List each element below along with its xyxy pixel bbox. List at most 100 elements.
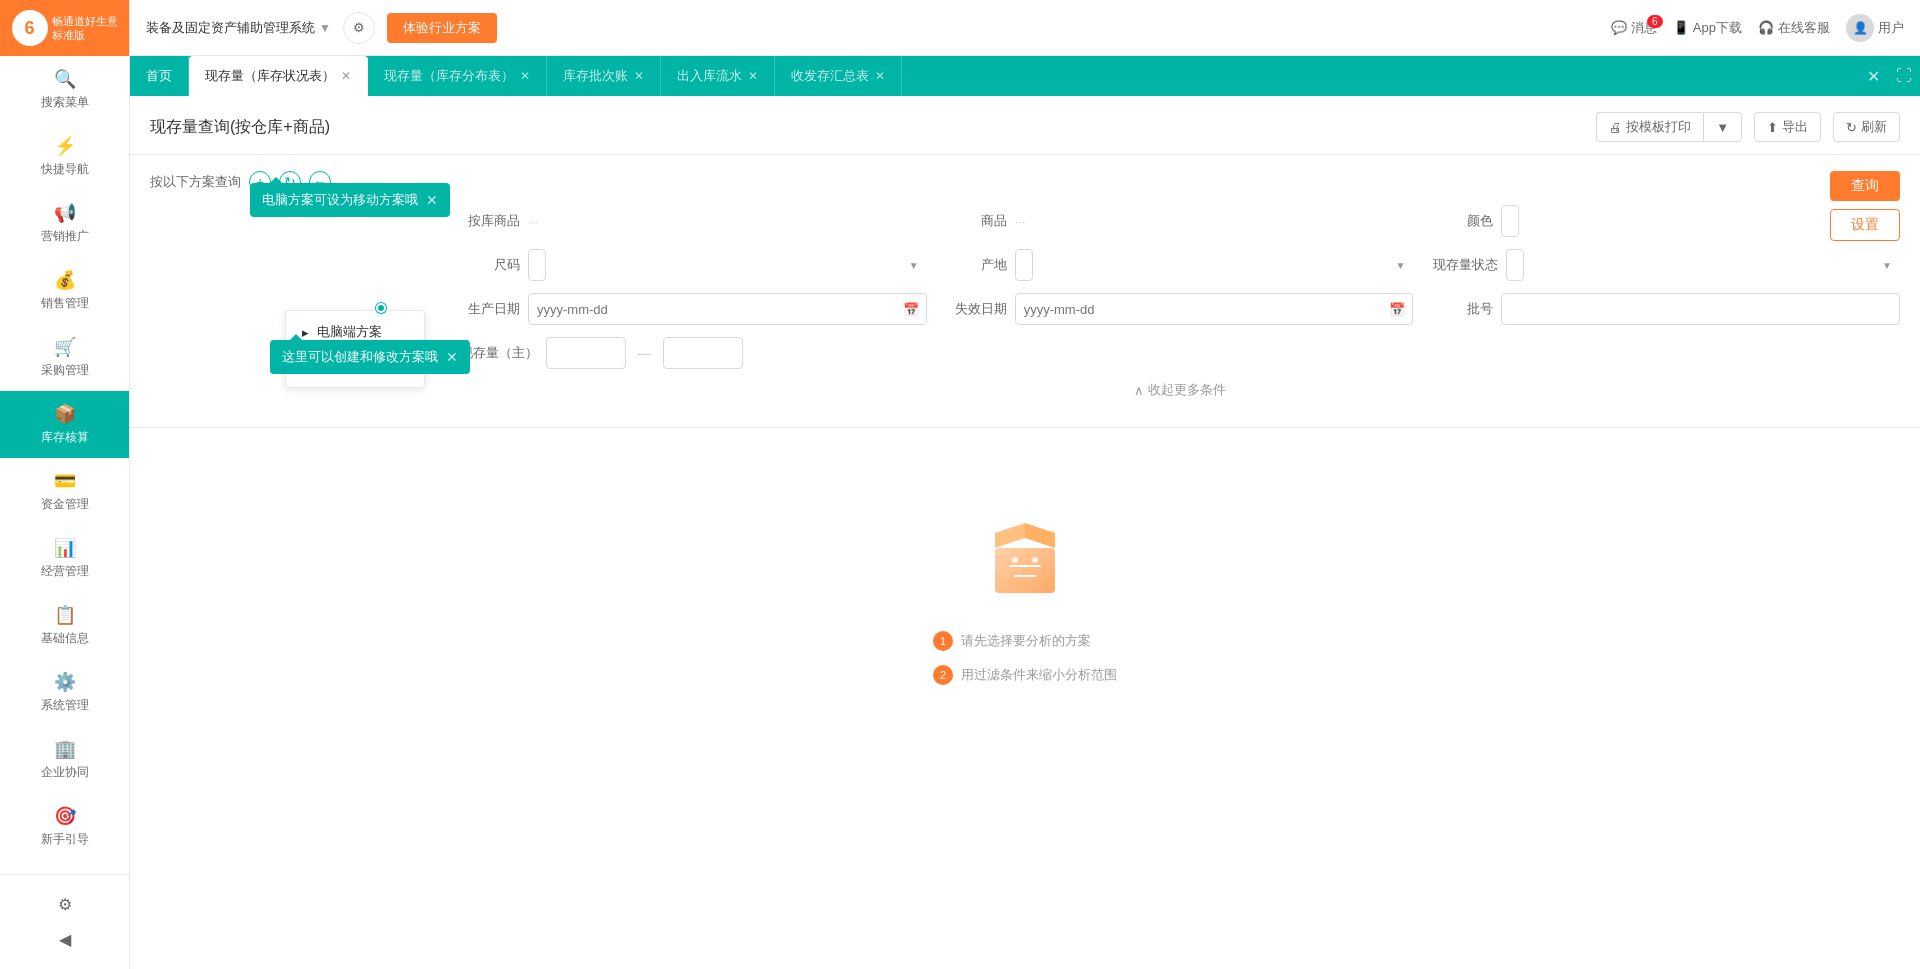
- export-btn[interactable]: ⬆ 导出: [1754, 112, 1821, 142]
- stock-main-label: 现存量（主）: [460, 344, 538, 362]
- user-menu[interactable]: 👤 用户: [1846, 14, 1904, 42]
- logo-text: 畅通道好生意 标准版: [52, 14, 118, 43]
- tab-close-icon[interactable]: ✕: [875, 69, 885, 83]
- sidebar-item-guide[interactable]: 🎯 新手引导: [0, 793, 129, 860]
- sidebar-item-system[interactable]: ⚙️ 系统管理: [0, 659, 129, 726]
- top-bar-left: 装备及固定资产辅助管理系统 ▼ ⚙ 体验行业方案: [146, 12, 497, 44]
- online-service-btn[interactable]: 🎧 在线客服: [1758, 19, 1830, 37]
- sidebar-item-search[interactable]: 🔍 搜索菜单: [0, 56, 129, 123]
- stock-status-select-wrap: [1506, 249, 1900, 281]
- sidebar-item-marketing[interactable]: 📢 营销推广: [0, 190, 129, 257]
- filter-row-origin: 产地: [947, 249, 1414, 281]
- batch-input[interactable]: [1501, 293, 1900, 325]
- tab-close-icon[interactable]: ✕: [748, 69, 758, 83]
- tab-batch-account[interactable]: 库存批次账 ✕: [547, 56, 661, 96]
- scheme-tooltip: 电脑方案可设为移动方案哦 ✕: [250, 183, 450, 217]
- sidebar-item-quick-nav[interactable]: ⚡ 快捷导航: [0, 123, 129, 190]
- sidebar-settings-btn[interactable]: ⚙: [0, 887, 129, 922]
- sidebar-item-enterprise[interactable]: 🏢 企业协同: [0, 726, 129, 793]
- app-download-btn[interactable]: 📱 App下载: [1673, 19, 1742, 37]
- prod-date-input[interactable]: [528, 293, 927, 325]
- industry-btn[interactable]: 体验行业方案: [387, 13, 497, 43]
- step1-num: 1: [933, 631, 953, 651]
- system-name-text: 装备及固定资产辅助管理系统: [146, 19, 315, 37]
- search-icon: 🔍: [54, 68, 76, 90]
- tab-close-icon[interactable]: ✕: [520, 69, 530, 83]
- settings-button[interactable]: ⚙: [343, 12, 375, 44]
- calendar-icon[interactable]: 📅: [903, 302, 919, 317]
- empty-step2: 2 用过滤条件来缩小分析范围: [933, 662, 1117, 688]
- empty-text: 1 请先选择要分析的方案 2 用过滤条件来缩小分析范围: [933, 628, 1117, 688]
- sidebar-item-sales[interactable]: 💰 销售管理: [0, 257, 129, 324]
- sidebar-item-finance[interactable]: 💳 资金管理: [0, 458, 129, 525]
- expiry-date-input[interactable]: [1015, 293, 1414, 325]
- printer-icon: 🖨: [1609, 120, 1622, 135]
- tab-inout-flow[interactable]: 出入库流水 ✕: [661, 56, 775, 96]
- gear-icon: ⚙️: [54, 671, 76, 693]
- search-actions: 查询 设置: [1830, 171, 1900, 241]
- sidebar: 6 畅通道好生意 标准版 🔍 搜索菜单 ⚡ 快捷导航 📢 营销推广 💰 销售管理: [0, 0, 130, 969]
- stock-status-select[interactable]: [1506, 249, 1524, 281]
- print-btn[interactable]: 🖨 按模板打印: [1596, 112, 1703, 142]
- origin-select[interactable]: [1015, 249, 1033, 281]
- sidebar-item-basic[interactable]: 📋 基础信息: [0, 592, 129, 659]
- cart-icon: 🛒: [54, 336, 76, 358]
- size-select[interactable]: [528, 249, 546, 281]
- phone-icon: 📱: [1673, 20, 1689, 35]
- svg-marker-2: [1025, 523, 1055, 548]
- refresh-btn[interactable]: ↻ 刷新: [1833, 112, 1900, 142]
- color-select[interactable]: [1501, 205, 1519, 237]
- scheme-tooltip-text: 电脑方案可设为移动方案哦: [262, 191, 418, 209]
- tab-recv-summary[interactable]: 收发存汇总表 ✕: [775, 56, 902, 96]
- sidebar-item-operations[interactable]: 📊 经营管理: [0, 525, 129, 592]
- filter-row-stock-status: 现存量状态: [1433, 249, 1900, 281]
- reset-btn[interactable]: 设置: [1830, 209, 1900, 241]
- print-dropdown-btn[interactable]: ▼: [1703, 112, 1742, 142]
- tab-expand-btn[interactable]: ⛶: [1888, 63, 1920, 89]
- calendar2-icon[interactable]: 📅: [1389, 302, 1405, 317]
- tab-close-icon[interactable]: ✕: [634, 69, 644, 83]
- sidebar-item-inventory[interactable]: 📦 库存核算: [0, 391, 129, 458]
- main-area: 装备及固定资产辅助管理系统 ▼ ⚙ 体验行业方案 💬 6 消息 📱 App下载: [130, 0, 1920, 969]
- expiry-date-label: 失效日期: [947, 300, 1007, 318]
- color-label: 颜色: [1433, 212, 1493, 230]
- tab-close-all-btn[interactable]: ✕: [1859, 63, 1888, 90]
- collapse-btn[interactable]: ∧ 收起更多条件: [1134, 381, 1226, 399]
- filter-area: 按以下方案查询 + ↻ ← 电脑方案可设为移动方案哦 ✕: [130, 155, 1920, 428]
- notification-btn[interactable]: 💬 6 消息: [1611, 19, 1657, 37]
- tab-home[interactable]: 首页: [130, 56, 189, 96]
- page-title: 现存量查询(按仓库+商品): [150, 117, 330, 138]
- svg-marker-1: [995, 523, 1025, 548]
- stock-main-min[interactable]: [546, 337, 626, 369]
- tooltip-close-btn[interactable]: ✕: [426, 192, 438, 208]
- tab-batch-account-label: 库存批次账: [563, 67, 628, 85]
- svg-point-5: [1012, 557, 1018, 563]
- settings-icon: ⚙: [58, 895, 72, 914]
- tab-inventory-status-label: 现存量（库存状况表）: [205, 67, 335, 85]
- building-icon: 🏢: [54, 738, 76, 760]
- search-btn[interactable]: 查询: [1830, 171, 1900, 201]
- system-name-dropdown[interactable]: 装备及固定资产辅助管理系统 ▼: [146, 19, 331, 37]
- tab-inventory-dist-label: 现存量（库存分布表）: [384, 67, 514, 85]
- filter-row-batch: 批号: [1433, 293, 1900, 325]
- tooltip2-close-btn[interactable]: ✕: [446, 349, 458, 365]
- tab-inout-flow-label: 出入库流水: [677, 67, 742, 85]
- page-header: 现存量查询(按仓库+商品) 🖨 按模板打印 ▼ ⬆ 导出: [130, 96, 1920, 155]
- filter-row-warehouse: 按库商品 ···: [460, 205, 927, 237]
- tab-close-icon[interactable]: ✕: [341, 69, 351, 83]
- collapse-icon: ◀: [59, 930, 71, 949]
- filter-row-product: 商品 ···: [947, 205, 1414, 237]
- stock-main-max[interactable]: [663, 337, 743, 369]
- product-dots[interactable]: ···: [1015, 214, 1026, 229]
- print-btn-group: 🖨 按模板打印 ▼: [1596, 112, 1742, 142]
- prod-date-wrap: 📅: [528, 293, 927, 325]
- warehouse-dots[interactable]: ···: [528, 214, 539, 229]
- tab-inventory-dist[interactable]: 现存量（库存分布表） ✕: [368, 56, 547, 96]
- origin-label: 产地: [947, 256, 1007, 274]
- chevron-down-icon: ▼: [319, 21, 331, 35]
- tab-inventory-status[interactable]: 现存量（库存状况表） ✕: [189, 56, 368, 96]
- top-bar-right: 💬 6 消息 📱 App下载 🎧 在线客服 👤 用户: [1611, 14, 1904, 42]
- sidebar-collapse-btn[interactable]: ◀: [0, 922, 129, 957]
- dot-indicator: [376, 303, 386, 313]
- sidebar-item-purchase[interactable]: 🛒 采购管理: [0, 324, 129, 391]
